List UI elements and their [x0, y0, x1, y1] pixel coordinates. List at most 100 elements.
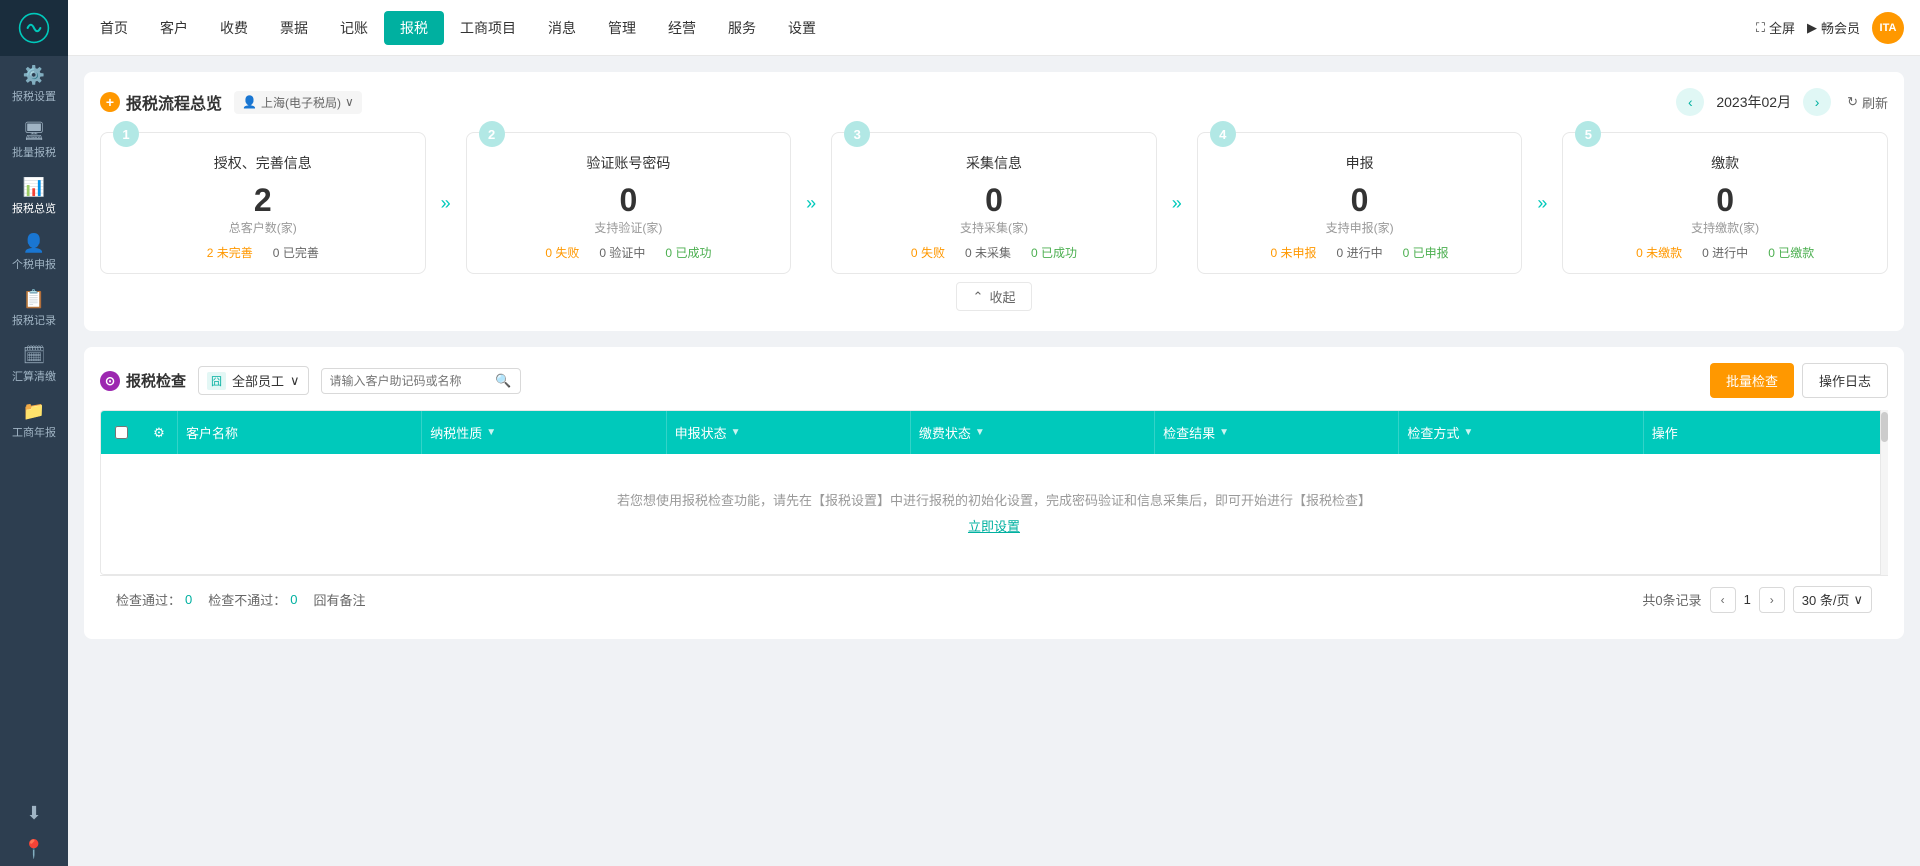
tax-check-card: ⊙ 报税检查 囧 全部员工 ∨ 🔍 批量检查 操作日志: [84, 347, 1904, 639]
note-stat: 囧有备注: [314, 590, 366, 609]
step-num-2: 2: [479, 121, 505, 147]
step-card-5: 5 缴款 0 支持缴款(家) 0 未缴款 0 进行中 0 已缴款: [1562, 132, 1888, 274]
th-gear[interactable]: ⚙: [141, 411, 177, 454]
check-pass-count[interactable]: 0: [185, 592, 192, 607]
annual-settlement-icon: 🗓: [23, 346, 46, 364]
nav-invoice[interactable]: 票据: [264, 0, 324, 56]
prev-month-button[interactable]: ‹: [1676, 88, 1704, 116]
per-page-chevron-icon: ∨: [1853, 592, 1863, 608]
overview-header: + 报税流程总览 👤 上海(电子税局) ∨ ‹ 2023年02月 › ↻ 刷新: [100, 88, 1888, 116]
step-title-5: 缴款: [1575, 153, 1875, 173]
step-count-2: 0: [479, 181, 779, 219]
step4-stat-declared[interactable]: 0 已申报: [1403, 244, 1449, 261]
sidebar-item-annual-settlement[interactable]: 🗓 汇算清缴: [0, 336, 68, 392]
fullscreen-button[interactable]: ⛶ 全屏: [1756, 18, 1795, 37]
step2-stat-success[interactable]: 0 已成功: [665, 244, 711, 261]
step-num-4: 4: [1210, 121, 1236, 147]
step-arrow-3: »: [1157, 132, 1197, 274]
operation-log-button[interactable]: 操作日志: [1802, 363, 1888, 398]
step3-stat-success[interactable]: 0 已成功: [1031, 244, 1077, 261]
prev-page-button[interactable]: ‹: [1710, 587, 1736, 613]
next-month-button[interactable]: ›: [1803, 88, 1831, 116]
nav-service[interactable]: 服务: [712, 0, 772, 56]
nav-tax[interactable]: 报税: [384, 11, 444, 45]
step1-stat-complete[interactable]: 0 已完善: [273, 244, 319, 261]
step-card-4: 4 申报 0 支持申报(家) 0 未申报 0 进行中 0 已申报: [1197, 132, 1523, 274]
check-fail-count[interactable]: 0: [290, 592, 297, 607]
step-title-1: 授权、完善信息: [113, 153, 413, 173]
sidebar-item-tax-settings[interactable]: ⚙️ 报税设置: [0, 56, 68, 112]
chevron-down-icon: ∨: [345, 95, 354, 109]
step3-stat-fail[interactable]: 0 失败: [911, 244, 945, 261]
step5-stat-paid[interactable]: 0 已缴款: [1768, 244, 1814, 261]
batch-check-button[interactable]: 批量检查: [1710, 363, 1794, 398]
step-title-4: 申报: [1210, 153, 1510, 173]
table-scroll-wrap: ⚙ 客户名称 纳税性质 ▼ 申报状态 ▼ 缴费状态: [100, 410, 1888, 575]
nav-fee[interactable]: 收费: [204, 0, 264, 56]
th-filter-icon-3[interactable]: ▼: [975, 427, 985, 438]
main-area: 首页 客户 收费 票据 记账 报税 工商项目 消息 管理 经营 服务 设置 ⛶ …: [68, 0, 1920, 866]
vip-button[interactable]: ▶ 畅会员: [1807, 18, 1860, 37]
per-page-select[interactable]: 30 条/页 ∨: [1793, 586, 1872, 613]
nav-management[interactable]: 管理: [592, 0, 652, 56]
sidebar-logo: [0, 0, 68, 56]
nav-customer[interactable]: 客户: [144, 0, 204, 56]
collapse-icon: ⌃: [973, 289, 984, 305]
next-page-button[interactable]: ›: [1759, 587, 1785, 613]
scrollbar-thumb: [1881, 412, 1888, 442]
step3-stat-uncollected[interactable]: 0 未采集: [965, 244, 1011, 261]
sidebar-item-location[interactable]: 📍: [0, 830, 68, 866]
step5-stat-not-paid[interactable]: 0 未缴款: [1636, 244, 1682, 261]
step1-stat-incomplete[interactable]: 2 未完善: [207, 244, 253, 261]
table-scrollbar[interactable]: [1880, 410, 1888, 575]
th-filter-icon-5[interactable]: ▼: [1463, 427, 1473, 438]
filter-chevron-icon: ∨: [290, 373, 300, 389]
tax-settings-icon: ⚙️: [23, 66, 45, 84]
overview-title: + 报税流程总览: [100, 90, 222, 114]
th-check-result: 检查结果 ▼: [1154, 411, 1398, 454]
step2-stat-ongoing[interactable]: 0 验证中: [599, 244, 645, 261]
location-icon: 📍: [23, 840, 45, 858]
avatar[interactable]: ITA: [1872, 12, 1904, 44]
location-badge[interactable]: 👤 上海(电子税局) ∨: [234, 91, 362, 114]
sidebar-item-tax-record[interactable]: 📋 报税记录: [0, 280, 68, 336]
setup-link[interactable]: 立即设置: [968, 519, 1020, 534]
nav-home[interactable]: 首页: [84, 0, 144, 56]
current-page: 1: [1744, 592, 1751, 607]
refresh-button[interactable]: ↻ 刷新: [1847, 93, 1888, 112]
content-area: + 报税流程总览 👤 上海(电子税局) ∨ ‹ 2023年02月 › ↻ 刷新: [68, 56, 1920, 866]
step5-stat-ongoing[interactable]: 0 进行中: [1702, 244, 1748, 261]
sidebar-item-tax-overview[interactable]: 📊 报税总览: [0, 168, 68, 224]
check-icon: ⊙: [100, 371, 120, 391]
step-card-3: 3 采集信息 0 支持采集(家) 0 失败 0 未采集 0 已成功: [831, 132, 1157, 274]
th-checkbox[interactable]: [101, 411, 141, 454]
nav-bookkeeping[interactable]: 记账: [324, 0, 384, 56]
th-filter-icon-2[interactable]: ▼: [731, 427, 741, 438]
collapse-row: ⌃ 收起: [100, 274, 1888, 315]
step-arrow-1: »: [426, 132, 466, 274]
nav-message[interactable]: 消息: [532, 0, 592, 56]
personal-tax-icon: 👤: [23, 234, 45, 252]
step2-stat-fail[interactable]: 0 失败: [545, 244, 579, 261]
step-num-3: 3: [844, 121, 870, 147]
sidebar-item-download[interactable]: ⬇: [0, 794, 68, 830]
sidebar-item-batch-tax[interactable]: 🖥 批量报税: [0, 112, 68, 168]
tax-check-title: ⊙ 报税检查: [100, 370, 186, 391]
step4-stat-ongoing[interactable]: 0 进行中: [1337, 244, 1383, 261]
nav-settings[interactable]: 设置: [772, 0, 832, 56]
th-filter-icon-4[interactable]: ▼: [1219, 427, 1229, 438]
collapse-button[interactable]: ⌃ 收起: [956, 282, 1033, 311]
step4-stat-not-declared[interactable]: 0 未申报: [1271, 244, 1317, 261]
sidebar-item-annual-report[interactable]: 📁 工商年报: [0, 392, 68, 448]
th-declare-status: 申报状态 ▼: [666, 411, 910, 454]
select-all-checkbox[interactable]: [115, 426, 128, 439]
th-filter-icon-1[interactable]: ▼: [486, 427, 496, 438]
nav-biz-project[interactable]: 工商项目: [444, 0, 532, 56]
employee-filter[interactable]: 囧 全部员工 ∨: [198, 366, 309, 395]
sidebar-item-personal-tax[interactable]: 👤 个税申报: [0, 224, 68, 280]
topbar: 首页 客户 收费 票据 记账 报税 工商项目 消息 管理 经营 服务 设置 ⛶ …: [68, 0, 1920, 56]
step-title-3: 采集信息: [844, 153, 1144, 173]
search-input[interactable]: [330, 374, 490, 388]
search-icon[interactable]: 🔍: [495, 373, 511, 389]
nav-operation[interactable]: 经营: [652, 0, 712, 56]
